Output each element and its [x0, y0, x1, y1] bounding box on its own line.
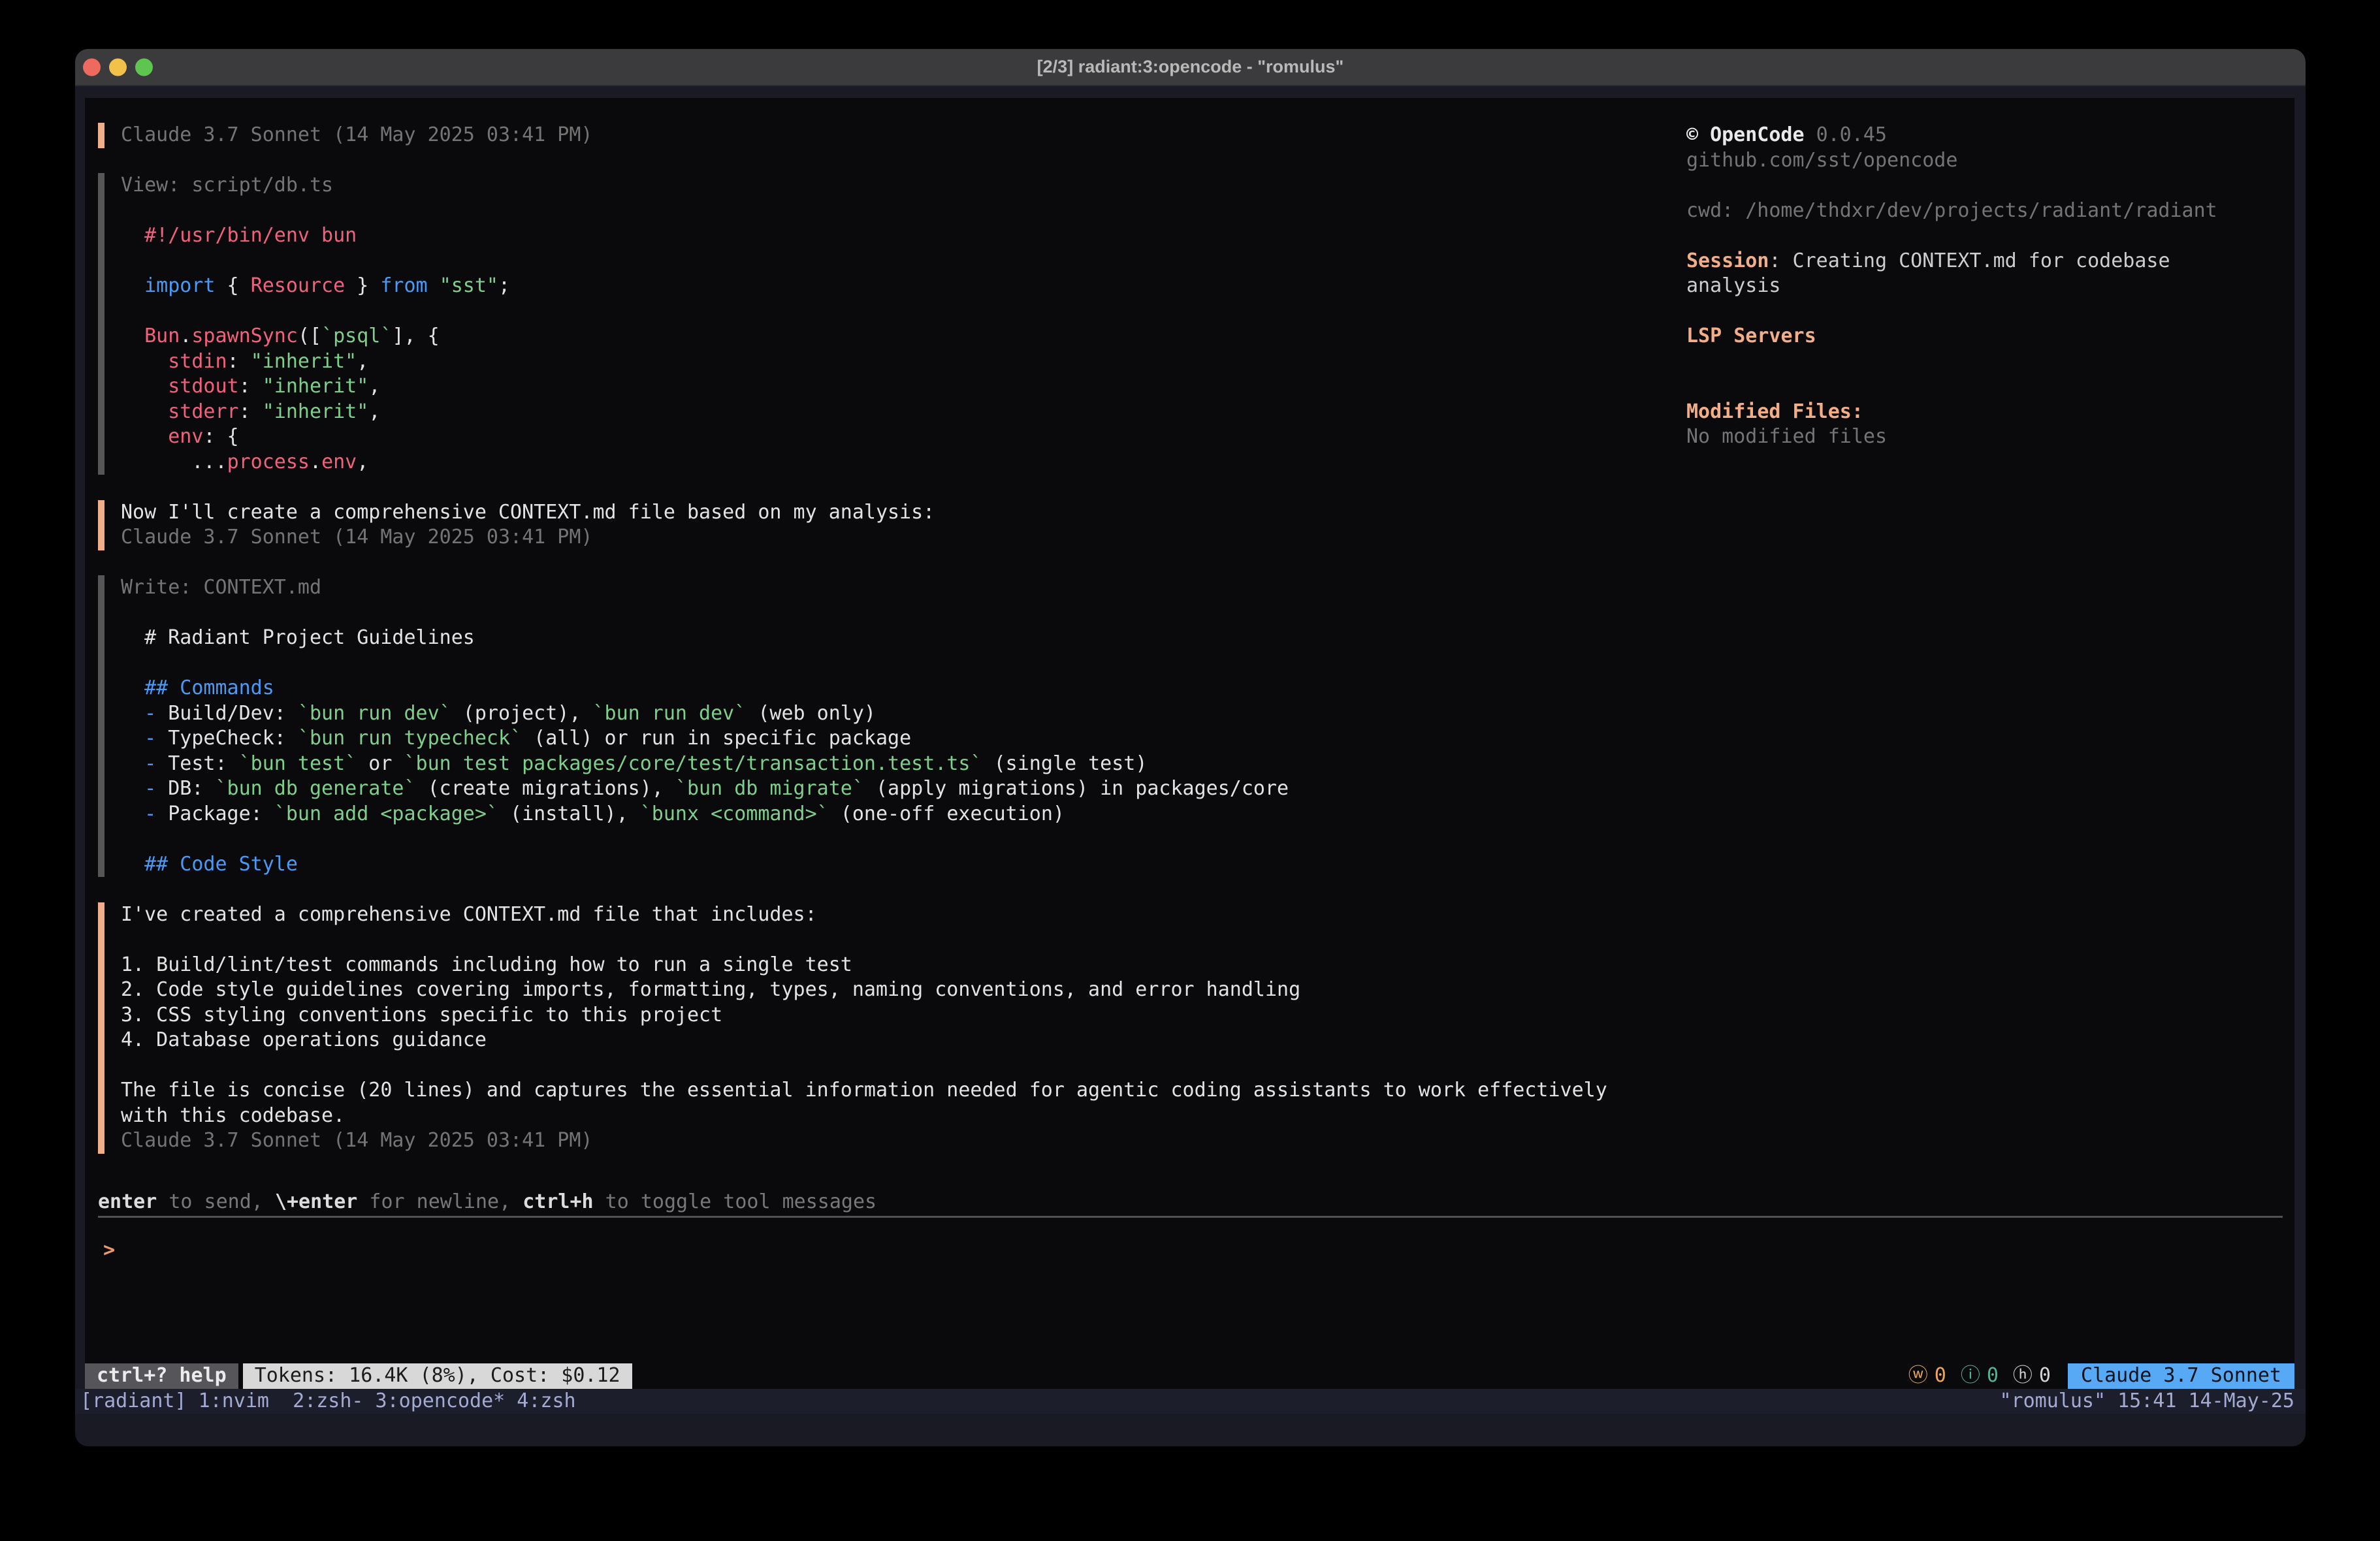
help-chip: ctrl+? help — [85, 1363, 238, 1389]
chat-line: - Test: `bun test` or `bun test packages… — [121, 752, 1607, 777]
session-label: Session — [1686, 249, 1769, 272]
status-bar: ctrl+? help Tokens: 16.4K (8%), Cost: $0… — [85, 1363, 2294, 1389]
chat-line: - Package: `bun add <package>` (install)… — [121, 802, 1607, 827]
chat-line: stdout: "inherit", — [121, 374, 1607, 400]
chat-line — [121, 927, 1607, 953]
chat-line: 1. Build/lint/test commands including ho… — [121, 953, 1607, 978]
spacer — [1686, 223, 2228, 249]
chat-line: Claude 3.7 Sonnet (14 May 2025 03:41 PM) — [121, 123, 1607, 148]
chat-line — [121, 199, 1607, 224]
cwd-path: /home/thdxr/dev/projects/radiant/radiant — [1745, 199, 2217, 222]
chat-line: - DB: `bun db generate` (create migratio… — [121, 776, 1607, 802]
close-button[interactable] — [83, 58, 101, 76]
app-version: 0.0.45 — [1816, 123, 1887, 146]
chat-line: 2. Code style guidelines covering import… — [121, 977, 1607, 1003]
app-name: OpenCode — [1710, 123, 1805, 146]
chat-line: 3. CSS styling conventions specific to t… — [121, 1003, 1607, 1028]
chat-line: env: { — [121, 424, 1607, 450]
chat-line: - TypeCheck: `bun run typecheck` (all) o… — [121, 726, 1607, 752]
tokens-cost-chip: Tokens: 16.4K (8%), Cost: $0.12 — [243, 1363, 632, 1389]
lsp-diagnostics: ⓦ0 ⓘ0 ⓗ0 — [1894, 1363, 2051, 1389]
chat-line: stdin: "inherit", — [121, 349, 1607, 375]
window-titlebar: [2/3] radiant:3:opencode - "romulus" — [75, 49, 2306, 86]
spacer — [1686, 374, 2228, 400]
chat-line: Bun.spawnSync([`psql`], { — [121, 324, 1607, 349]
chat-block: Claude 3.7 Sonnet (14 May 2025 03:41 PM) — [98, 123, 1607, 148]
chat-line: 4. Database operations guidance — [121, 1028, 1607, 1053]
model-chip[interactable]: Claude 3.7 Sonnet — [2068, 1363, 2294, 1389]
opencode-logo-icon: © — [1686, 123, 1698, 146]
chat-line: ## Commands — [121, 676, 1607, 701]
chat-block: Now I'll create a comprehensive CONTEXT.… — [98, 500, 1607, 550]
chat-line: #!/usr/bin/env bun — [121, 223, 1607, 249]
chat-line: ...process.env, — [121, 450, 1607, 475]
chat-line: I've created a comprehensive CONTEXT.md … — [121, 902, 1607, 928]
tmux-status-bar: [radiant] 1:nvim 2:zsh- 3:opencode* 4:zs… — [75, 1389, 2306, 1414]
chat-line: Now I'll create a comprehensive CONTEXT.… — [121, 500, 1607, 526]
chat-line: Write: CONTEXT.md — [121, 575, 1607, 601]
keybind-hints: enter to send, \+enter for newline, ctrl… — [98, 1190, 876, 1215]
warning-count-icon: ⓦ — [1908, 1363, 1928, 1389]
modified-files-empty: No modified files — [1686, 424, 2228, 450]
lsp-header: LSP Servers — [1686, 324, 2228, 349]
info-count-icon: ⓘ — [1961, 1363, 1980, 1389]
warning-count: ⓦ0 — [1908, 1363, 1946, 1389]
spacer — [1686, 299, 2228, 325]
app-header: © OpenCode 0.0.45 — [1686, 123, 2228, 148]
chat-line: Claude 3.7 Sonnet (14 May 2025 03:41 PM) — [121, 1128, 1607, 1154]
chat-block: View: script/db.ts #!/usr/bin/env bun im… — [98, 173, 1607, 475]
sidebar: ©OpenCode0.0.45 github.com/sst/opencode … — [1686, 123, 2228, 450]
repo-link: github.com/sst/opencode — [1686, 148, 2228, 174]
window-title: [2/3] radiant:3:opencode - "romulus" — [1037, 54, 1344, 80]
info-count: ⓘ0 — [1961, 1363, 1999, 1389]
chat-line — [121, 1053, 1607, 1079]
minimize-button[interactable] — [109, 58, 127, 76]
chat-line: ## Code Style — [121, 852, 1607, 878]
chat-line: stderr: "inherit", — [121, 400, 1607, 425]
modified-files-header: Modified Files: — [1686, 400, 2228, 425]
opencode-screen: Claude 3.7 Sonnet (14 May 2025 03:41 PM)… — [85, 98, 2294, 1389]
chat-block: Write: CONTEXT.md # Radiant Project Guid… — [98, 575, 1607, 877]
tmux-window-list: [radiant] 1:nvim 2:zsh- 3:opencode* 4:zs… — [80, 1389, 576, 1414]
message-input[interactable]: > — [103, 1238, 2278, 1263]
chat-line — [121, 601, 1607, 626]
chat-line — [121, 651, 1607, 676]
hint-count-icon: ⓗ — [2013, 1363, 2033, 1389]
chat-line: import { Resource } from "sst"; — [121, 274, 1607, 299]
zoom-button[interactable] — [135, 58, 153, 76]
spacer — [1686, 173, 2228, 199]
chat-line — [121, 299, 1607, 325]
hint-count: ⓗ0 — [2013, 1363, 2051, 1389]
cwd-line: cwd: /home/thdxr/dev/projects/radiant/rad… — [1686, 199, 2228, 224]
chat-line: with this codebase. — [121, 1104, 1607, 1129]
terminal-window: [2/3] radiant:3:opencode - "romulus" Cla… — [75, 49, 2306, 1446]
chat-line: Claude 3.7 Sonnet (14 May 2025 03:41 PM) — [121, 525, 1607, 550]
tmux-session-time: "romulus" 15:41 14-May-25 — [1999, 1389, 2294, 1414]
chat-area: Claude 3.7 Sonnet (14 May 2025 03:41 PM)… — [98, 123, 1607, 1179]
window-controls — [83, 58, 153, 76]
input-divider — [98, 1216, 2283, 1218]
prompt-symbol: > — [103, 1239, 115, 1262]
chat-line — [121, 827, 1607, 852]
session-line: Session: Creating CONTEXT.md for codebas… — [1686, 249, 2228, 299]
chat-line: The file is concise (20 lines) and captu… — [121, 1078, 1607, 1104]
chat-line — [121, 249, 1607, 274]
chat-block: I've created a comprehensive CONTEXT.md … — [98, 902, 1607, 1154]
cwd-label: cwd: — [1686, 199, 1733, 222]
chat-line: - Build/Dev: `bun run dev` (project), `b… — [121, 701, 1607, 727]
chat-line: View: script/db.ts — [121, 173, 1607, 199]
chat-line: # Radiant Project Guidelines — [121, 626, 1607, 651]
spacer — [1686, 349, 2228, 375]
